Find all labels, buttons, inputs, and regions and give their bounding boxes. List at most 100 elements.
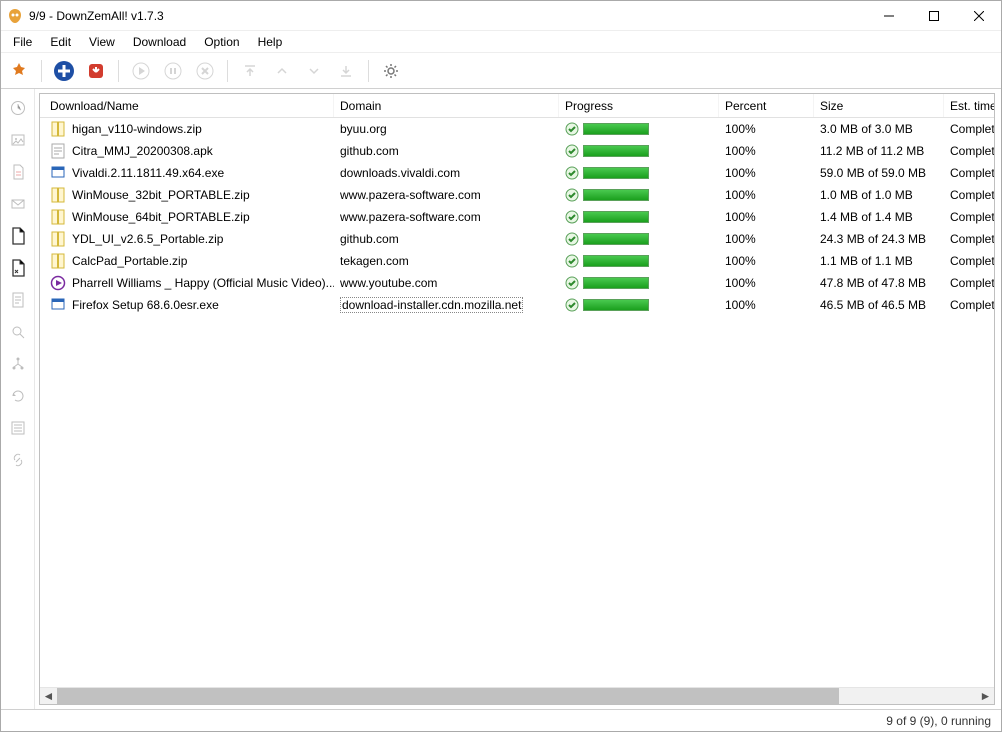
file-name: Vivaldi.2.11.1811.49.x64.exe [72, 166, 224, 180]
cell-est: Complete [944, 254, 994, 268]
cell-est: Complete [944, 144, 994, 158]
cell-domain: github.com [334, 232, 559, 246]
cell-domain: download-installer.cdn.mozilla.net [334, 297, 559, 313]
cell-domain: www.pazera-software.com [334, 210, 559, 224]
sidebar-doc-icon[interactable] [7, 161, 29, 183]
maximize-button[interactable] [911, 1, 956, 31]
cell-name: Pharrell Williams _ Happy (Official Musi… [44, 275, 334, 291]
menu-file[interactable]: File [5, 33, 40, 51]
file-name: WinMouse_32bit_PORTABLE.zip [72, 188, 250, 202]
cell-name: Firefox Setup 68.6.0esr.exe [44, 297, 334, 313]
file-name: Pharrell Williams _ Happy (Official Musi… [72, 276, 334, 290]
cell-percent: 100% [719, 298, 814, 312]
cell-est: Complete [944, 276, 994, 290]
menubar: File Edit View Download Option Help [1, 31, 1001, 53]
cell-size: 46.5 MB of 46.5 MB [814, 298, 944, 312]
horizontal-scrollbar[interactable]: ◄ ► [40, 687, 994, 704]
menu-edit[interactable]: Edit [42, 33, 79, 51]
file-name: WinMouse_64bit_PORTABLE.zip [72, 210, 250, 224]
cell-domain: downloads.vivaldi.com [334, 166, 559, 180]
close-button[interactable] [956, 1, 1001, 31]
window-title: 9/9 - DownZemAll! v1.7.3 [29, 9, 866, 23]
statusbar: 9 of 9 (9), 0 running [1, 709, 1001, 731]
sidebar [1, 89, 35, 709]
stop-button[interactable] [193, 59, 217, 83]
content-area: Download/Name Domain Progress Percent Si… [35, 89, 1001, 709]
col-progress[interactable]: Progress [559, 94, 719, 117]
cell-percent: 100% [719, 210, 814, 224]
cell-progress [559, 188, 719, 202]
check-icon [565, 298, 579, 312]
sidebar-file2-icon[interactable] [7, 257, 29, 279]
check-icon [565, 122, 579, 136]
cell-percent: 100% [719, 254, 814, 268]
move-up-button[interactable] [270, 59, 294, 83]
move-bottom-button[interactable] [334, 59, 358, 83]
table-row[interactable]: WinMouse_32bit_PORTABLE.zip www.pazera-so… [40, 184, 994, 206]
table-row[interactable]: Pharrell Williams _ Happy (Official Musi… [40, 272, 994, 294]
col-name[interactable]: Download/Name [44, 94, 334, 117]
table-row[interactable]: YDL_UI_v2.6.5_Portable.zipgithub.com100%… [40, 228, 994, 250]
cell-name: higan_v110-windows.zip [44, 121, 334, 137]
scroll-right-icon[interactable]: ► [977, 688, 994, 704]
table-row[interactable]: WinMouse_64bit_PORTABLE.zip www.pazera-so… [40, 206, 994, 228]
menu-view[interactable]: View [81, 33, 123, 51]
sidebar-refresh-icon[interactable] [7, 385, 29, 407]
col-size[interactable]: Size [814, 94, 944, 117]
progress-bar [583, 255, 649, 267]
file-icon [50, 275, 66, 291]
col-est[interactable]: Est. time [944, 94, 994, 117]
cell-domain: www.pazera-software.com [334, 188, 559, 202]
sidebar-clock-icon[interactable] [7, 97, 29, 119]
cell-est: Complete [944, 122, 994, 136]
sidebar-text-icon[interactable] [7, 289, 29, 311]
pause-button[interactable] [161, 59, 185, 83]
sidebar-tree-icon[interactable] [7, 353, 29, 375]
table-row[interactable]: higan_v110-windows.zipbyuu.org100%3.0 MB… [40, 118, 994, 140]
cell-percent: 100% [719, 166, 814, 180]
table-row[interactable]: Vivaldi.2.11.1811.49.x64.exe downloads.vi… [40, 162, 994, 184]
cell-percent: 100% [719, 122, 814, 136]
add-button[interactable] [52, 59, 76, 83]
status-text: 9 of 9 (9), 0 running [886, 714, 991, 728]
scroll-left-icon[interactable]: ◄ [40, 688, 57, 704]
sidebar-link-icon[interactable] [7, 449, 29, 471]
table-header: Download/Name Domain Progress Percent Si… [40, 94, 994, 118]
move-down-button[interactable] [302, 59, 326, 83]
file-icon [50, 209, 66, 225]
col-percent[interactable]: Percent [719, 94, 814, 117]
sidebar-image-icon[interactable] [7, 129, 29, 151]
check-icon [565, 254, 579, 268]
move-top-button[interactable] [238, 59, 262, 83]
cell-percent: 100% [719, 276, 814, 290]
cell-size: 24.3 MB of 24.3 MB [814, 232, 944, 246]
settings-button[interactable] [379, 59, 403, 83]
cell-est: Complete [944, 232, 994, 246]
cell-progress [559, 232, 719, 246]
menu-option[interactable]: Option [196, 33, 247, 51]
col-domain[interactable]: Domain [334, 94, 559, 117]
cell-progress [559, 276, 719, 290]
cell-name: Citra_MMJ_20200308.apk [44, 143, 334, 159]
table-row[interactable]: CalcPad_Portable.ziptekagen.com100%1.1 M… [40, 250, 994, 272]
menu-help[interactable]: Help [250, 33, 291, 51]
sidebar-search-icon[interactable] [7, 321, 29, 343]
play-button[interactable] [129, 59, 153, 83]
sidebar-file1-icon[interactable] [7, 225, 29, 247]
cell-name: CalcPad_Portable.zip [44, 253, 334, 269]
file-name: CalcPad_Portable.zip [72, 254, 187, 268]
wizard-button[interactable] [7, 59, 31, 83]
file-icon [50, 187, 66, 203]
menu-download[interactable]: Download [125, 33, 194, 51]
check-icon [565, 232, 579, 246]
table-row[interactable]: Citra_MMJ_20200308.apkgithub.com100%11.2… [40, 140, 994, 162]
check-icon [565, 210, 579, 224]
cell-progress [559, 144, 719, 158]
download-button[interactable] [84, 59, 108, 83]
sidebar-mail-icon[interactable] [7, 193, 29, 215]
minimize-button[interactable] [866, 1, 911, 31]
cell-size: 3.0 MB of 3.0 MB [814, 122, 944, 136]
sidebar-list-icon[interactable] [7, 417, 29, 439]
table-row[interactable]: Firefox Setup 68.6.0esr.exedownload-inst… [40, 294, 994, 316]
cell-progress [559, 298, 719, 312]
